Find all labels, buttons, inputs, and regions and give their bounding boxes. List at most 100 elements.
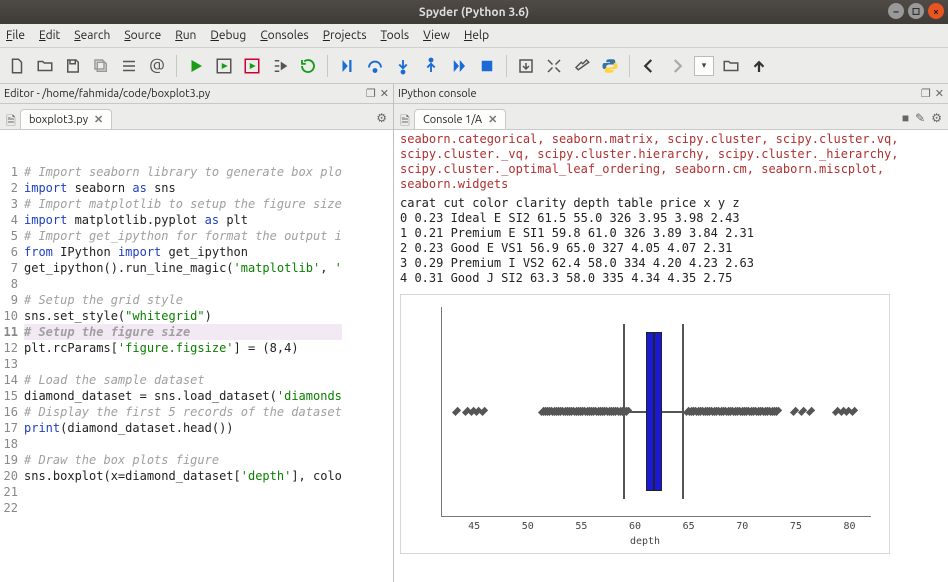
chart-xlabel: depth [630, 534, 660, 549]
window-close-button[interactable]: × [928, 3, 944, 19]
code-line[interactable]: # Load the sample dataset [24, 372, 342, 388]
code-line[interactable]: # Setup the grid style [24, 292, 342, 308]
code-line[interactable] [24, 356, 342, 372]
console-table-row: 0 0.23 Ideal E SI2 61.5 55.0 326 3.95 3.… [400, 211, 942, 226]
close-tab-icon[interactable]: ✕ [94, 113, 103, 126]
chart-xtick: 75 [790, 519, 802, 534]
code-line[interactable] [24, 484, 342, 500]
rerun-icon[interactable] [297, 55, 319, 77]
code-line[interactable]: sns.boxplot(x=diamond_dataset['depth'], … [24, 468, 342, 484]
open-file-icon[interactable] [34, 55, 56, 77]
browse-tabs-icon[interactable]: 🗎 [4, 115, 18, 129]
boxplot-outlier [806, 406, 815, 415]
code-line[interactable]: # Setup the figure size [24, 324, 342, 340]
code-line[interactable]: # Draw the box plots figure [24, 452, 342, 468]
debug-stop-icon[interactable] [476, 55, 498, 77]
browse-folder-icon[interactable] [720, 55, 742, 77]
run-cell-advance-icon[interactable] [241, 55, 263, 77]
menu-view[interactable]: View [423, 29, 450, 42]
preferences-icon[interactable] [571, 55, 593, 77]
debug-step-in-icon[interactable] [392, 55, 414, 77]
code-line[interactable]: diamond_dataset = sns.load_dataset('diam… [24, 388, 342, 404]
editor-close-icon[interactable]: ✕ [380, 87, 389, 100]
console-options-icon[interactable]: ⚙ [931, 111, 942, 125]
boxplot-outlier [790, 406, 799, 415]
editor-tab[interactable]: boxplot3.py ✕ [20, 109, 112, 129]
code-line[interactable]: from IPython import get_ipython [24, 244, 342, 260]
editor-options-icon[interactable]: ⚙ [376, 111, 387, 125]
parent-dir-icon[interactable] [748, 55, 770, 77]
menu-consoles[interactable]: Consoles [260, 29, 308, 42]
run-icon[interactable] [185, 55, 207, 77]
ipython-console[interactable]: seaborn.categorical, seaborn.matrix, sci… [394, 130, 948, 582]
run-cell-icon[interactable] [213, 55, 235, 77]
new-file-icon[interactable] [6, 55, 28, 77]
console-restore-icon[interactable]: ❐ [921, 87, 931, 100]
console-tab-close-icon[interactable]: ✕ [488, 113, 497, 126]
code-line[interactable]: import matplotlib.pyplot as plt [24, 212, 342, 228]
code-line[interactable]: get_ipython().run_line_magic('matplotlib… [24, 260, 342, 276]
code-line[interactable]: # Import seaborn library to generate box… [24, 164, 342, 180]
editor-pane: Editor - /home/fahmida/code/boxplot3.py … [0, 84, 394, 582]
console-table-row: 1 0.21 Premium E SI1 59.8 61.0 326 3.89 … [400, 226, 942, 241]
at-icon[interactable]: @ [146, 55, 168, 77]
window-maximize-button[interactable]: ◻ [908, 3, 924, 19]
debug-step-over-icon[interactable] [364, 55, 386, 77]
maximize-pane-icon[interactable] [543, 55, 565, 77]
console-pane-title: IPython console ❐ ✕ [394, 84, 948, 104]
editor-restore-icon[interactable]: ❐ [366, 87, 376, 100]
menu-help[interactable]: Help [464, 29, 489, 42]
console-pane: IPython console ❐ ✕ 🗎 Console 1/A ✕ ■ ✎ ⚙… [394, 84, 948, 582]
code-line[interactable]: plt.rcParams['figure.figsize'] = (8,4) [24, 340, 342, 356]
menu-search[interactable]: Search [74, 29, 110, 42]
console-close-icon[interactable]: ✕ [935, 87, 944, 100]
debug-continue-icon[interactable] [448, 55, 470, 77]
back-icon[interactable] [638, 55, 660, 77]
cwd-dropdown[interactable]: ▾ [694, 56, 714, 76]
console-table-row: 2 0.23 Good E VS1 56.9 65.0 327 4.05 4.0… [400, 241, 942, 256]
debug-step-out-icon[interactable] [420, 55, 442, 77]
menu-run[interactable]: Run [175, 29, 196, 42]
code-line[interactable]: # Display the first 5 records of the dat… [24, 404, 342, 420]
code-editor[interactable]: 12345678910111213141516171819202122 # Im… [0, 130, 393, 582]
debug-step-icon[interactable] [336, 55, 358, 77]
editor-tabbar: 🗎 boxplot3.py ✕ ⚙ [0, 104, 393, 130]
code-line[interactable]: # Import matplotlib to setup the figure … [24, 196, 342, 212]
console-import-line: scipy.cluster._optimal_leaf_ordering, se… [400, 162, 942, 177]
console-import-line: seaborn.categorical, seaborn.matrix, sci… [400, 132, 942, 147]
code-line[interactable] [24, 436, 342, 452]
boxplot-chart: 4550556065707580 depth [400, 294, 890, 554]
import-icon[interactable] [515, 55, 537, 77]
console-stop-icon[interactable]: ■ [902, 111, 909, 125]
menu-projects[interactable]: Projects [323, 29, 367, 42]
boxplot-outlier [798, 406, 807, 415]
code-line[interactable]: sns.set_style("whitegrid") [24, 308, 342, 324]
chart-xtick: 45 [468, 519, 480, 534]
menu-source[interactable]: Source [124, 29, 161, 42]
console-browse-tabs-icon[interactable]: 🗎 [398, 115, 412, 129]
code-line[interactable] [24, 500, 342, 516]
console-edit-icon[interactable]: ✎ [915, 111, 925, 125]
forward-icon[interactable] [666, 55, 688, 77]
code-line[interactable] [24, 276, 342, 292]
console-tab[interactable]: Console 1/A ✕ [414, 109, 506, 129]
boxplot-outlier [452, 406, 461, 415]
window-title: Spyder (Python 3.6) [419, 6, 529, 19]
menu-file[interactable]: File [6, 29, 25, 42]
code-line[interactable]: # Import get_ipython for format the outp… [24, 228, 342, 244]
menubar: File Edit Search Source Run Debug Consoles Proj… [0, 24, 948, 48]
code-line[interactable]: import seaborn as sns [24, 180, 342, 196]
save-icon[interactable] [62, 55, 84, 77]
editor-tab-label: boxplot3.py [29, 114, 88, 126]
menu-edit[interactable]: Edit [39, 29, 60, 42]
save-all-icon[interactable] [90, 55, 112, 77]
menu-tools[interactable]: Tools [381, 29, 410, 42]
console-pane-label: IPython console [398, 88, 477, 100]
code-line[interactable]: print(diamond_dataset.head()) [24, 420, 342, 436]
menu-debug[interactable]: Debug [210, 29, 246, 42]
run-selection-icon[interactable] [269, 55, 291, 77]
python-icon[interactable] [599, 55, 621, 77]
list-icon[interactable] [118, 55, 140, 77]
chart-xtick: 50 [522, 519, 534, 534]
window-minimize-button[interactable]: – [888, 3, 904, 19]
